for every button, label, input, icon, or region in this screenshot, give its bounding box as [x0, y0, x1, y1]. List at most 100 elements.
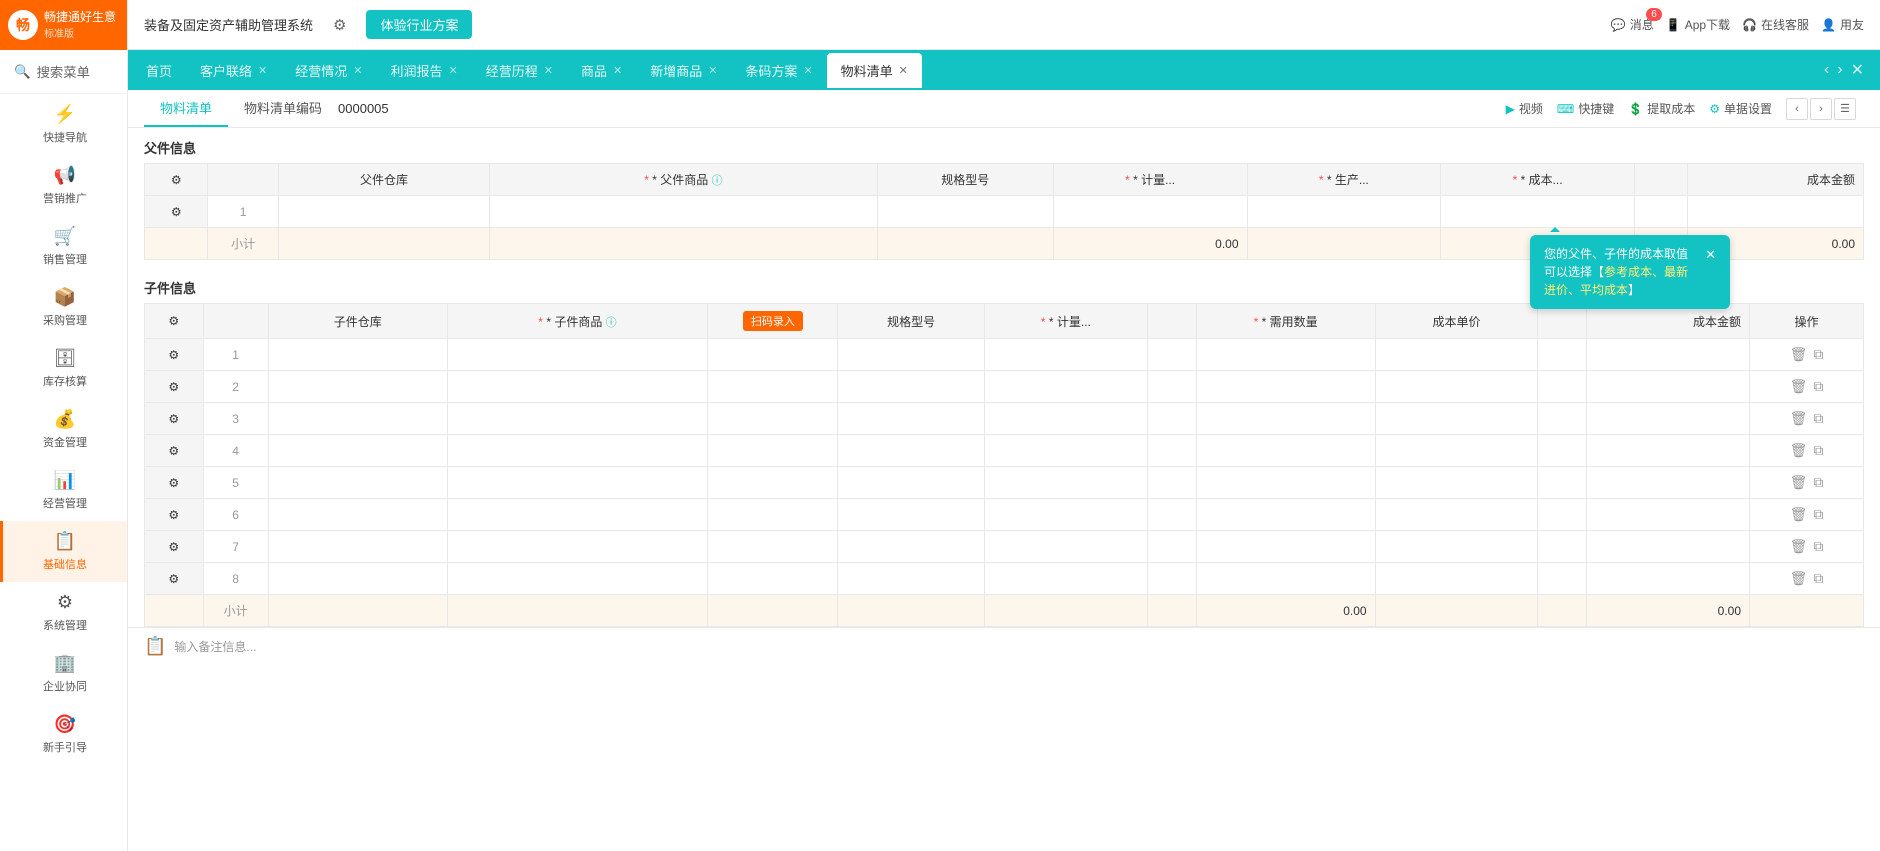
child-row5-spec[interactable]	[838, 467, 985, 499]
tab-barcode-close[interactable]: ✕	[803, 64, 812, 77]
child-row5-product[interactable]	[447, 467, 707, 499]
parent-row1-settings[interactable]: ⚙	[145, 196, 208, 228]
sidebar-item-basic[interactable]: 📋 基础信息	[0, 521, 127, 582]
child-row2-warehouse[interactable]	[268, 371, 447, 403]
tab-bom[interactable]: 物料清单 ✕	[827, 53, 922, 88]
tab-customer[interactable]: 客户联络 ✕	[186, 53, 281, 88]
child-row2-settings[interactable]: ⚙	[145, 371, 204, 403]
child-row7-settings[interactable]: ⚙	[145, 531, 204, 563]
sidebar-item-marketing[interactable]: 📢 营销推广	[0, 155, 127, 216]
support-action[interactable]: 🎧 在线客服	[1742, 16, 1809, 33]
nav-close-all[interactable]: ✕	[1847, 60, 1868, 80]
parent-col-settings[interactable]: ⚙	[145, 164, 208, 196]
parent-row1-production[interactable]	[1247, 196, 1441, 228]
child-row1-unit[interactable]	[984, 339, 1147, 371]
child-row4-product[interactable]	[447, 435, 707, 467]
parent-row1-cost[interactable]	[1441, 196, 1635, 228]
child-row8-warehouse[interactable]	[268, 563, 447, 595]
child-row8-unit-cost[interactable]	[1375, 563, 1538, 595]
child-row5-settings[interactable]: ⚙	[145, 467, 204, 499]
tab-history-close[interactable]: ✕	[544, 64, 553, 77]
child-row6-unit-cost[interactable]	[1375, 499, 1538, 531]
child-row7-copy-icon[interactable]: ⧉	[1813, 538, 1823, 555]
cost-toolbar-item[interactable]: 💲 提取成本	[1628, 100, 1695, 117]
child-row3-spec[interactable]	[838, 403, 985, 435]
child-row8-copy-icon[interactable]: ⧉	[1813, 570, 1823, 587]
child-row5-qty[interactable]	[1196, 467, 1375, 499]
child-row6-product[interactable]	[447, 499, 707, 531]
child-row2-delete-icon[interactable]: 🗑	[1790, 378, 1808, 395]
tab-goods[interactable]: 商品 ✕	[567, 53, 636, 88]
child-row3-unit-cost[interactable]	[1375, 403, 1538, 435]
tooltip-close-btn[interactable]: ✕	[1705, 245, 1716, 265]
app-download-action[interactable]: 📱 App下载	[1666, 16, 1730, 33]
child-row1-qty[interactable]	[1196, 339, 1375, 371]
child-row5-warehouse[interactable]	[268, 467, 447, 499]
child-row2-unit[interactable]	[984, 371, 1147, 403]
sidebar-item-inventory[interactable]: 🗄 库存核算	[0, 338, 127, 399]
child-row8-unit[interactable]	[984, 563, 1147, 595]
child-row4-delete-icon[interactable]: 🗑	[1790, 442, 1808, 459]
child-row7-product[interactable]	[447, 531, 707, 563]
subtab-bom-list[interactable]: 物料清单	[144, 90, 228, 127]
child-row7-unit[interactable]	[984, 531, 1147, 563]
child-row1-settings[interactable]: ⚙	[145, 339, 204, 371]
child-row7-unit-cost[interactable]	[1375, 531, 1538, 563]
child-row4-spec[interactable]	[838, 435, 985, 467]
sidebar-item-enterprise[interactable]: 🏢 企业协同	[0, 643, 127, 704]
child-row4-qty[interactable]	[1196, 435, 1375, 467]
tab-profit-close[interactable]: ✕	[449, 64, 458, 77]
nav-arrow-right[interactable]: ›	[1833, 61, 1846, 79]
child-row1-product[interactable]	[447, 339, 707, 371]
child-row5-unit-cost[interactable]	[1375, 467, 1538, 499]
child-row2-unit-cost[interactable]	[1375, 371, 1538, 403]
nav-next-btn[interactable]: ›	[1810, 98, 1832, 120]
child-row3-warehouse[interactable]	[268, 403, 447, 435]
child-row4-unit-cost[interactable]	[1375, 435, 1538, 467]
user-action[interactable]: 👤 用友	[1821, 16, 1864, 33]
child-row7-delete-icon[interactable]: 🗑	[1790, 538, 1808, 555]
child-row2-qty[interactable]	[1196, 371, 1375, 403]
child-row3-product[interactable]	[447, 403, 707, 435]
trial-button[interactable]: 体验行业方案	[366, 10, 472, 39]
child-row6-spec[interactable]	[838, 499, 985, 531]
tab-customer-close[interactable]: ✕	[258, 64, 267, 77]
child-row4-copy-icon[interactable]: ⧉	[1813, 442, 1823, 459]
child-row2-copy-icon[interactable]: ⧉	[1813, 378, 1823, 395]
child-row5-copy-icon[interactable]: ⧉	[1813, 474, 1823, 491]
video-toolbar-item[interactable]: ▶ 视频	[1506, 100, 1543, 117]
child-row1-copy-icon[interactable]: ⧉	[1813, 346, 1823, 363]
child-row1-delete-icon[interactable]: 🗑	[1790, 346, 1808, 363]
nav-list-btn[interactable]: ☰	[1834, 98, 1856, 120]
child-row1-unit-cost[interactable]	[1375, 339, 1538, 371]
parent-row1-product[interactable]	[490, 196, 877, 228]
tab-profit[interactable]: 利润报告 ✕	[376, 53, 471, 88]
child-row6-delete-icon[interactable]: 🗑	[1790, 506, 1808, 523]
child-row6-settings[interactable]: ⚙	[145, 499, 204, 531]
child-row8-qty[interactable]	[1196, 563, 1375, 595]
tab-barcode[interactable]: 条码方案 ✕	[731, 53, 826, 88]
child-row6-warehouse[interactable]	[268, 499, 447, 531]
sidebar-search-area[interactable]: 🔍 搜索菜单	[0, 50, 127, 94]
messages-action[interactable]: 💬 消息 6	[1611, 16, 1654, 33]
sidebar-item-finance[interactable]: 💰 资金管理	[0, 399, 127, 460]
child-row2-product[interactable]	[447, 371, 707, 403]
tab-operations-status[interactable]: 经营情况 ✕	[281, 53, 376, 88]
child-row2-spec[interactable]	[838, 371, 985, 403]
scan-btn[interactable]: 扫码录入	[743, 311, 803, 331]
child-col-scan[interactable]: 扫码录入	[708, 304, 838, 339]
settings-gear-icon[interactable]: ⚙	[325, 16, 354, 34]
sidebar-item-sales[interactable]: 🛒 销售管理	[0, 216, 127, 277]
sidebar-item-quicknav[interactable]: ⚡ 快捷导航	[0, 94, 127, 155]
nav-prev-btn[interactable]: ‹	[1786, 98, 1808, 120]
sidebar-item-operations[interactable]: 📊 经营管理	[0, 460, 127, 521]
parent-row1-spec[interactable]	[877, 196, 1053, 228]
child-row8-settings[interactable]: ⚙	[145, 563, 204, 595]
child-row7-qty[interactable]	[1196, 531, 1375, 563]
child-row8-spec[interactable]	[838, 563, 985, 595]
child-row1-spec[interactable]	[838, 339, 985, 371]
child-row1-warehouse[interactable]	[268, 339, 447, 371]
tab-goods-close[interactable]: ✕	[613, 64, 622, 77]
child-row6-qty[interactable]	[1196, 499, 1375, 531]
tab-new-goods[interactable]: 新增商品 ✕	[636, 53, 731, 88]
